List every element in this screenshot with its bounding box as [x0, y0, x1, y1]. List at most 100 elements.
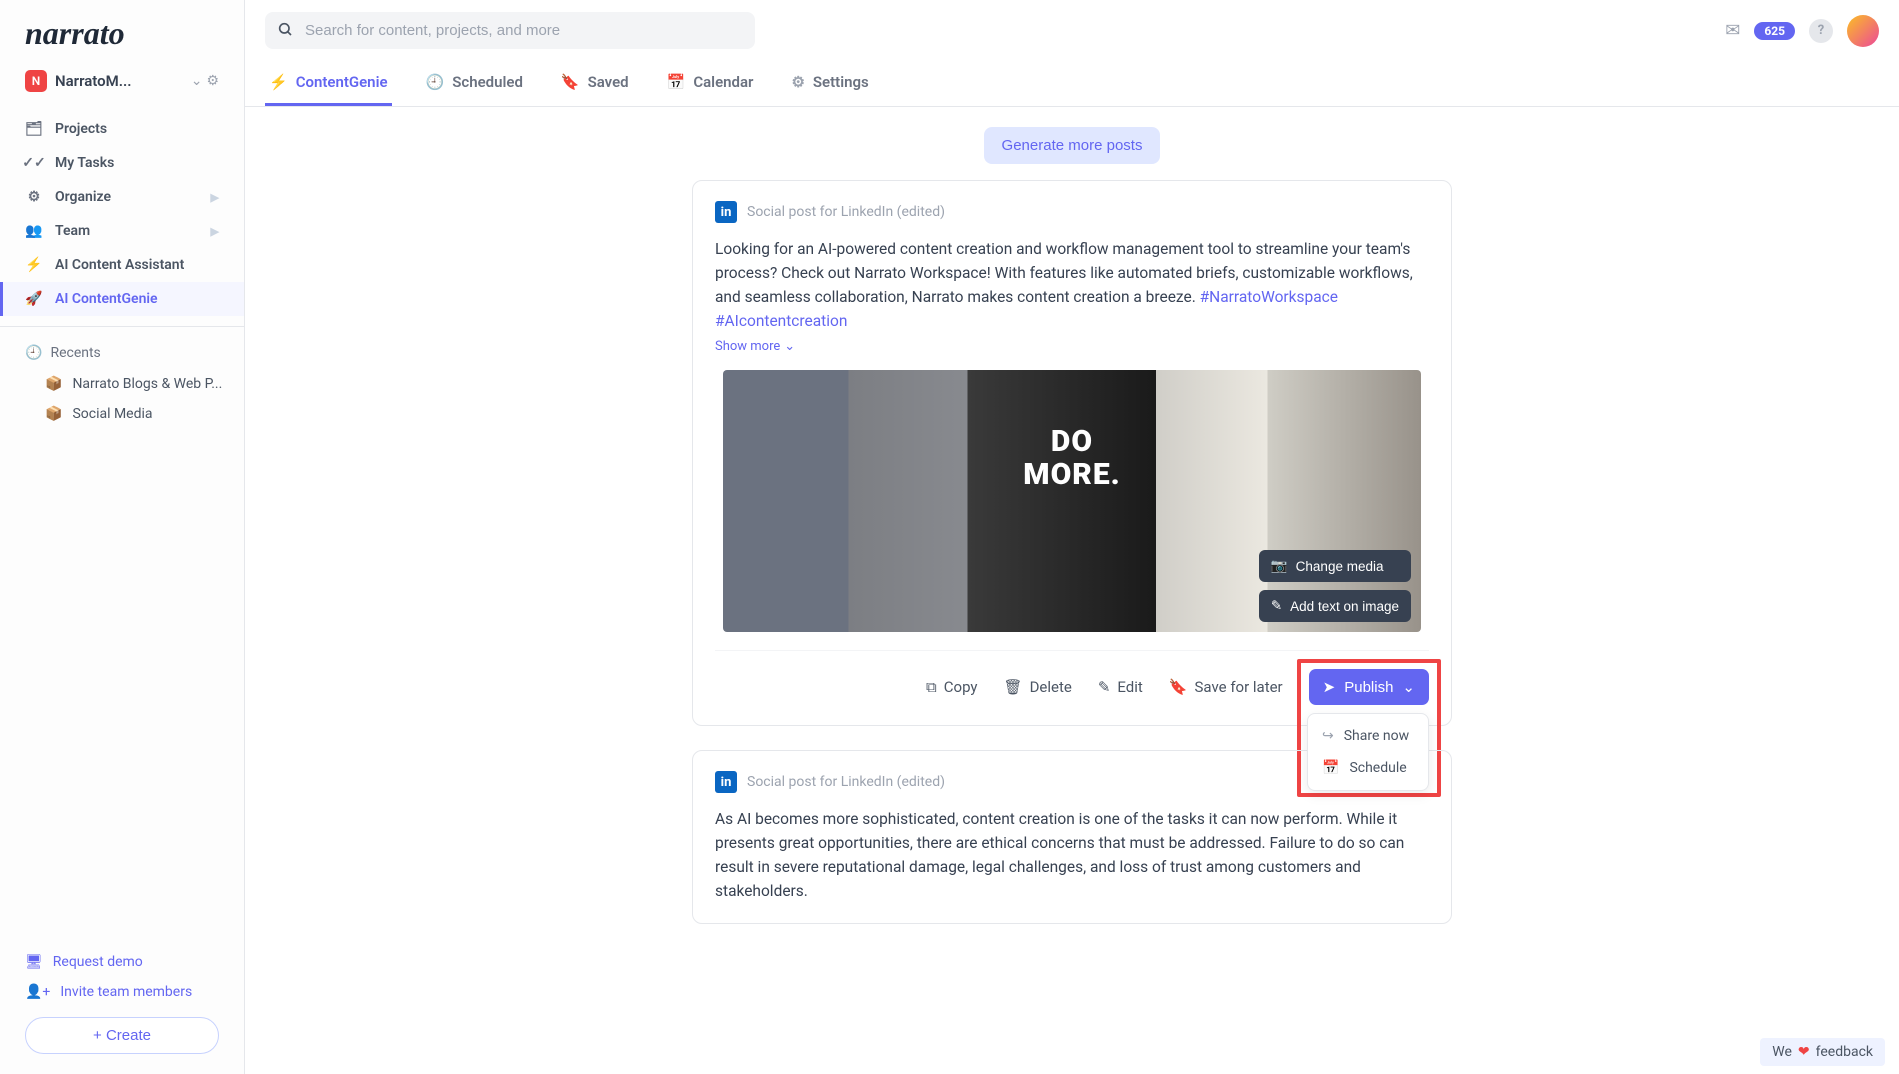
nav-label: AI ContentGenie	[55, 291, 158, 307]
pen-icon: ✎	[1271, 598, 1282, 614]
post-card: in Social post for LinkedIn (edited) Loo…	[692, 180, 1452, 726]
feedback-widget[interactable]: We ❤ feedback	[1760, 1038, 1885, 1066]
linkedin-icon: in	[715, 771, 737, 793]
briefcase-icon: 🗂	[25, 121, 43, 137]
bolt-icon: ⚡	[269, 73, 288, 91]
tab-contentgenie[interactable]: ⚡ ContentGenie	[265, 61, 392, 106]
gear-icon[interactable]: ⚙	[206, 73, 219, 89]
bookmark-icon: 🔖	[1169, 678, 1188, 696]
chevron-down-icon[interactable]: ⌄	[191, 73, 203, 89]
pencil-icon: ✎	[1098, 678, 1111, 696]
save-for-later-button[interactable]: 🔖 Save for later	[1169, 678, 1283, 696]
trash-icon: 🗑	[1004, 678, 1023, 696]
share-icon: ↪	[1322, 728, 1334, 744]
change-media-button[interactable]: 📷 Change media	[1259, 550, 1411, 582]
logo: narrato	[0, 0, 244, 62]
sidebar-item-organize[interactable]: ⚙ Organize ▶	[0, 180, 244, 214]
delete-button[interactable]: 🗑 Delete	[1004, 678, 1072, 696]
recents-header: 🕘 Recents	[0, 337, 244, 369]
copy-button[interactable]: ⧉ Copy	[926, 678, 977, 696]
divider	[0, 326, 244, 327]
nav-label: Projects	[55, 121, 107, 137]
envelope-icon[interactable]: ✉	[1725, 20, 1740, 41]
sidebar-item-mytasks[interactable]: ✓✓ My Tasks	[0, 146, 244, 180]
calendar-icon: 📅	[1322, 760, 1339, 776]
sidebar-item-ai-assistant[interactable]: ⚡ AI Content Assistant	[0, 248, 244, 282]
gears-icon: ⚙	[25, 189, 43, 205]
sidebar-footer: 🖥 Request demo 👤+ Invite team members + …	[0, 937, 244, 1074]
chevron-down-icon: ⌄	[1402, 678, 1415, 696]
nav-label: Organize	[55, 189, 111, 205]
notification-badge[interactable]: 625	[1754, 22, 1795, 40]
monitor-icon: 🖥	[25, 954, 43, 970]
content-area: Generate more posts in Social post for L…	[245, 107, 1899, 1074]
hashtag[interactable]: #AIcontentcreation	[715, 312, 847, 330]
cube-icon: 📦	[45, 376, 62, 392]
chevron-down-icon: ⌄	[784, 339, 795, 354]
sidebar-item-team[interactable]: 👥 Team ▶	[0, 214, 244, 248]
search-icon	[277, 21, 293, 41]
add-text-button[interactable]: ✎ Add text on image	[1259, 590, 1411, 622]
people-icon: 👥	[25, 223, 43, 239]
hashtag[interactable]: #NarratoWorkspace	[1200, 288, 1338, 306]
calendar-icon: 📅	[667, 73, 686, 91]
tab-saved[interactable]: 🔖 Saved	[557, 61, 633, 106]
clock-icon: 🕘	[426, 73, 445, 91]
workspace-selector[interactable]: N NarratoM... ⌄ ⚙	[0, 62, 244, 100]
workspace-badge: N	[25, 70, 47, 92]
post-type-label: Social post for LinkedIn (edited)	[747, 774, 945, 790]
create-button[interactable]: + Create	[25, 1017, 219, 1054]
person-plus-icon: 👤+	[25, 984, 50, 1000]
nav-label: AI Content Assistant	[55, 257, 184, 273]
post-actions: ⧉ Copy 🗑 Delete ✎ Edit 🔖 Save for later	[715, 650, 1429, 705]
camera-icon: 📷	[1271, 558, 1288, 574]
edit-button[interactable]: ✎ Edit	[1098, 678, 1143, 696]
clock-icon: 🕘	[25, 345, 42, 361]
schedule-option[interactable]: 📅 Schedule	[1308, 752, 1428, 784]
bolt-icon: ⚡	[25, 257, 43, 273]
cube-icon: 📦	[45, 406, 62, 422]
search-input[interactable]	[265, 12, 755, 49]
send-icon: ➤	[1323, 678, 1336, 696]
linkedin-icon: in	[715, 201, 737, 223]
invite-team-link[interactable]: 👤+ Invite team members	[25, 977, 219, 1007]
sidebar-item-ai-genie[interactable]: 🚀 AI ContentGenie	[0, 282, 244, 316]
nav-label: My Tasks	[55, 155, 114, 171]
post-type-label: Social post for LinkedIn (edited)	[747, 204, 945, 220]
tab-calendar[interactable]: 📅 Calendar	[663, 61, 758, 106]
main: ✉ 625 ? ⚡ ContentGenie 🕘 Scheduled 🔖 Sav…	[245, 0, 1899, 1074]
publish-button[interactable]: ➤ Publish ⌄	[1309, 669, 1429, 705]
tab-scheduled[interactable]: 🕘 Scheduled	[422, 61, 527, 106]
workspace-name: NarratoM...	[55, 72, 183, 90]
show-more-link[interactable]: Show more ⌄	[715, 339, 795, 354]
copy-icon: ⧉	[926, 678, 937, 696]
tab-settings[interactable]: ⚙ Settings	[787, 61, 872, 106]
help-icon[interactable]: ?	[1809, 19, 1833, 43]
heart-icon: ❤	[1798, 1044, 1810, 1060]
recent-label: Social Media	[72, 406, 152, 422]
publish-dropdown: ↪ Share now 📅 Schedule	[1307, 713, 1429, 791]
rocket-icon: 🚀	[25, 291, 43, 307]
sidebar-item-projects[interactable]: 🗂 Projects	[0, 112, 244, 146]
gear-icon: ⚙	[791, 73, 804, 91]
post-image: DO MORE. 📷 Change media ✎ Add text on im…	[723, 370, 1421, 632]
recent-item[interactable]: 📦 Narrato Blogs & Web P...	[0, 369, 244, 399]
nav-label: Team	[55, 223, 90, 239]
search	[265, 12, 755, 49]
avatar[interactable]	[1847, 15, 1879, 47]
checkmarks-icon: ✓✓	[25, 155, 43, 171]
sidebar: narrato N NarratoM... ⌄ ⚙ 🗂 Projects ✓✓ …	[0, 0, 245, 1074]
tabs: ⚡ ContentGenie 🕘 Scheduled 🔖 Saved 📅 Cal…	[245, 61, 1899, 107]
bookmark-icon: 🔖	[561, 73, 580, 91]
image-overlay-text: DO MORE.	[1023, 425, 1120, 491]
generate-more-button[interactable]: Generate more posts	[984, 127, 1161, 164]
post-body: As AI becomes more sophisticated, conten…	[715, 807, 1429, 903]
recent-item[interactable]: 📦 Social Media	[0, 399, 244, 429]
chevron-right-icon: ▶	[211, 225, 219, 238]
recent-label: Narrato Blogs & Web P...	[72, 376, 222, 392]
post-body: Looking for an AI-powered content creati…	[715, 237, 1429, 333]
topbar: ✉ 625 ?	[245, 0, 1899, 61]
share-now-option[interactable]: ↪ Share now	[1308, 720, 1428, 752]
chevron-right-icon: ▶	[211, 191, 219, 204]
request-demo-link[interactable]: 🖥 Request demo	[25, 947, 219, 977]
